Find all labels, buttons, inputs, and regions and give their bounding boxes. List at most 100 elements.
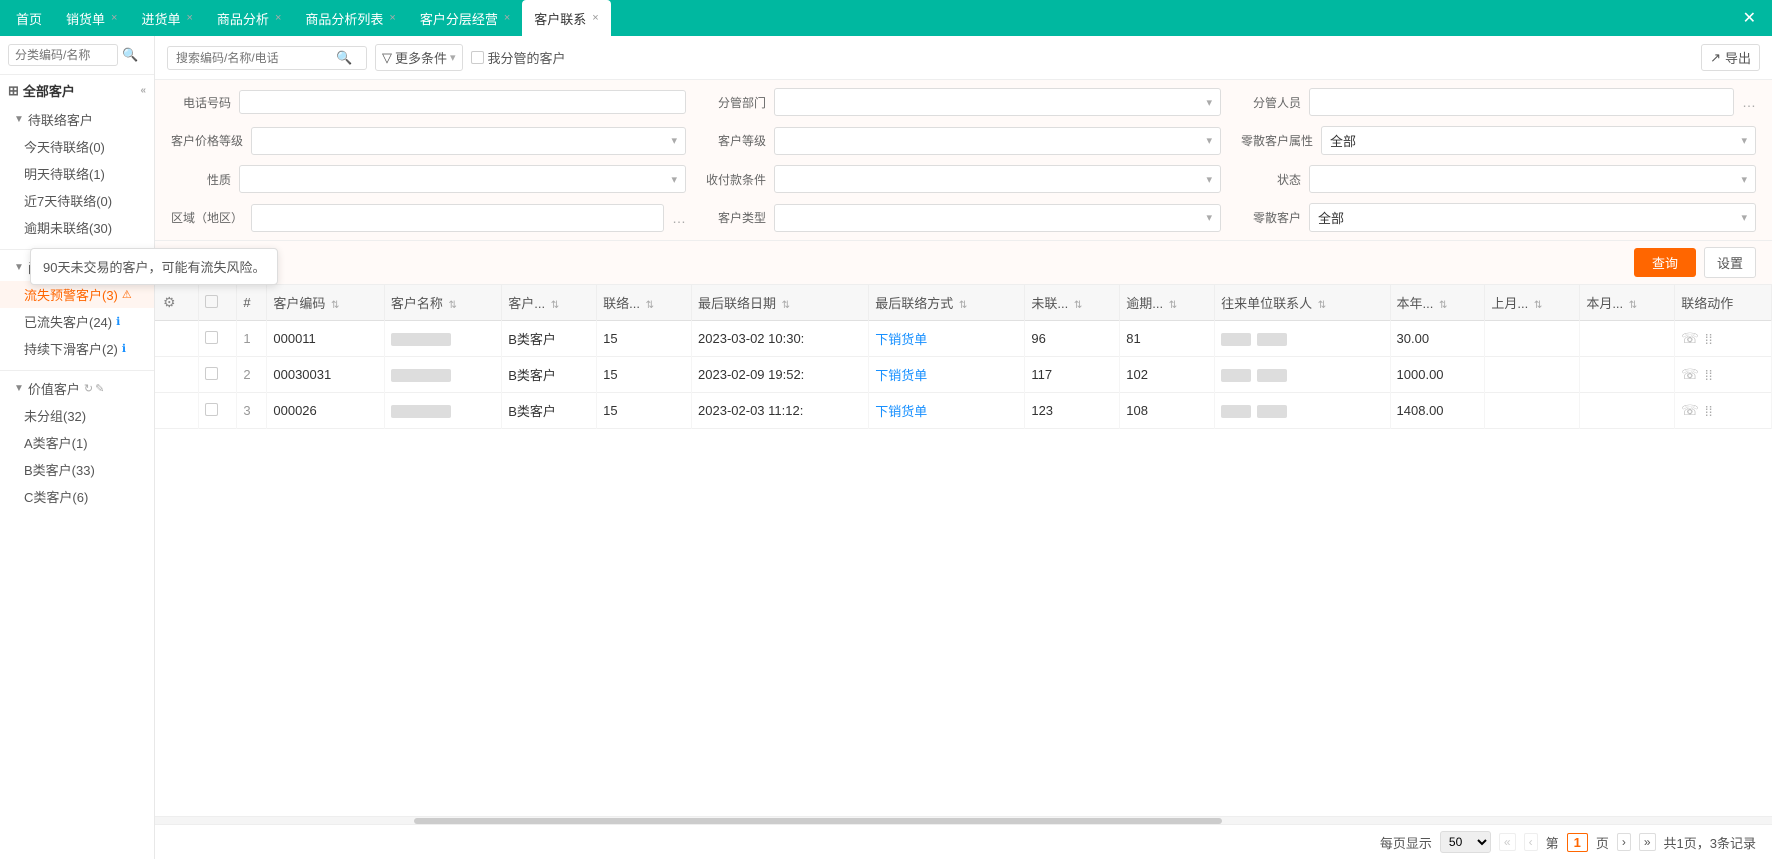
action-more-icon-3[interactable]: ⁞⁞ bbox=[1705, 403, 1713, 419]
header-checkbox[interactable] bbox=[205, 295, 218, 308]
first-page-button[interactable]: « bbox=[1499, 833, 1516, 851]
row1-checkbox[interactable] bbox=[205, 331, 218, 344]
filter-row-nature: 性质 ▾ bbox=[171, 165, 686, 193]
customer-level-select[interactable]: ▾ bbox=[774, 127, 1221, 155]
sort-last-month-icon: ⇅ bbox=[1534, 300, 1542, 311]
sidebar-item-churn-warning[interactable]: 流失预警客户(3) ⚠ bbox=[0, 281, 154, 308]
query-button[interactable]: 查询 bbox=[1634, 248, 1696, 277]
table-gear-icon[interactable]: ⚙ bbox=[163, 294, 176, 310]
retail-attr-select[interactable]: 全部 ▾ bbox=[1321, 126, 1756, 155]
tab-goods-list[interactable]: 商品分析列表 × bbox=[293, 0, 407, 36]
tab-goods-list-close[interactable]: × bbox=[389, 12, 395, 24]
dept-select[interactable]: ▾ bbox=[774, 88, 1221, 116]
window-close-button[interactable]: ✕ bbox=[1731, 8, 1768, 28]
th-name[interactable]: 客户名称 ⇅ bbox=[384, 285, 501, 321]
tab-customer-layer[interactable]: 客户分层经营 × bbox=[408, 0, 522, 36]
tab-goods-analysis[interactable]: 商品分析 × bbox=[205, 0, 293, 36]
sidebar-item-ungroup[interactable]: 未分组(32) bbox=[0, 402, 154, 429]
more-conditions-button[interactable]: ▽ 更多条件 ▾ bbox=[375, 44, 463, 71]
td-type-3: B类客户 bbox=[502, 393, 597, 429]
th-last-way[interactable]: 最后联络方式 ⇅ bbox=[869, 285, 1025, 321]
horizontal-scrollbar[interactable] bbox=[155, 816, 1772, 824]
per-page-select[interactable]: 50 100 bbox=[1440, 831, 1491, 853]
sidebar-item-today[interactable]: 今天待联络(0) bbox=[0, 133, 154, 160]
sidebar-all-customers-title[interactable]: ⊞ 全部客户 « bbox=[0, 75, 154, 106]
last-page-button[interactable]: » bbox=[1639, 833, 1656, 851]
sidebar-search-input[interactable] bbox=[8, 44, 118, 66]
td-index-2: 2 bbox=[237, 357, 267, 393]
action-phone-icon-3[interactable]: ☏ bbox=[1681, 402, 1699, 419]
sidebar-collapse-icon[interactable]: « bbox=[140, 85, 146, 96]
tab-home[interactable]: 首页 bbox=[4, 0, 54, 36]
way-link-3[interactable]: 下销货单 bbox=[875, 404, 927, 419]
sidebar-item-churned[interactable]: 已流失客户(24) ℹ bbox=[0, 308, 154, 335]
action-more-icon-1[interactable]: ⁞⁞ bbox=[1705, 331, 1713, 347]
next-page-button[interactable]: › bbox=[1617, 833, 1631, 851]
value-refresh-icon[interactable]: ↻ bbox=[84, 382, 93, 395]
way-link-1[interactable]: 下销货单 bbox=[875, 332, 927, 347]
status-select[interactable]: ▾ bbox=[1309, 165, 1756, 193]
payment-arrow: ▾ bbox=[1206, 173, 1212, 186]
price-level-select[interactable]: ▾ bbox=[251, 127, 686, 155]
sidebar-group-pending-title[interactable]: ▼ 待联络客户 bbox=[0, 106, 154, 133]
prev-page-button[interactable]: ‹ bbox=[1524, 833, 1538, 851]
sidebar-item-c-class[interactable]: C类客户(6) bbox=[0, 483, 154, 510]
th-this-year[interactable]: 本年... ⇅ bbox=[1390, 285, 1485, 321]
payment-select[interactable]: ▾ bbox=[774, 165, 1221, 193]
customer-type-select[interactable]: ▾ bbox=[774, 204, 1221, 232]
filter-row-phone: 电话号码 bbox=[171, 88, 686, 116]
th-unit-contact[interactable]: 往来单位联系人 ⇅ bbox=[1215, 285, 1390, 321]
my-customers-checkbox[interactable] bbox=[471, 51, 484, 64]
phone-input[interactable] bbox=[239, 90, 686, 114]
th-type[interactable]: 客户... ⇅ bbox=[502, 285, 597, 321]
my-customers-checkbox-wrap[interactable]: 我分管的客户 bbox=[471, 48, 566, 67]
tab-purchase-close[interactable]: × bbox=[186, 12, 192, 24]
sidebar-search-icon: 🔍 bbox=[122, 47, 138, 63]
action-phone-icon-2[interactable]: ☏ bbox=[1681, 366, 1699, 383]
tab-purchase[interactable]: 进货单 × bbox=[129, 0, 204, 36]
sidebar-item-declining[interactable]: 持续下滑客户(2) ℹ bbox=[0, 335, 154, 362]
tab-sales-close[interactable]: × bbox=[111, 12, 117, 24]
action-more-icon-2[interactable]: ⁞⁞ bbox=[1705, 367, 1713, 383]
tab-sales[interactable]: 销货单 × bbox=[54, 0, 129, 36]
value-edit-icon[interactable]: ✎ bbox=[95, 382, 104, 395]
tab-customer-contact-close[interactable]: × bbox=[592, 12, 598, 24]
info-icon-1: ℹ bbox=[116, 315, 120, 328]
th-last-date[interactable]: 最后联络日期 ⇅ bbox=[692, 285, 869, 321]
settings-button[interactable]: 设置 bbox=[1704, 247, 1756, 278]
th-checkbox bbox=[198, 285, 237, 321]
sidebar-item-7days[interactable]: 近7天待联络(0) bbox=[0, 187, 154, 214]
th-last-month[interactable]: 上月... ⇅ bbox=[1485, 285, 1580, 321]
export-button[interactable]: ↗ 导出 bbox=[1701, 44, 1760, 71]
filter-search-icon[interactable]: 🔍 bbox=[336, 50, 352, 66]
way-link-2[interactable]: 下销货单 bbox=[875, 368, 927, 383]
tab-goods-analysis-close[interactable]: × bbox=[275, 12, 281, 24]
sidebar-item-b-class[interactable]: B类客户(33) bbox=[0, 456, 154, 483]
row3-checkbox[interactable] bbox=[205, 403, 218, 416]
sidebar-item-a-class[interactable]: A类客户(1) bbox=[0, 429, 154, 456]
sidebar-item-overdue-contact[interactable]: 逾期未联络(30) bbox=[0, 214, 154, 241]
row2-checkbox[interactable] bbox=[205, 367, 218, 380]
filter-row-dept: 分管部门 ▾ bbox=[706, 88, 1221, 116]
tab-customer-layer-close[interactable]: × bbox=[504, 12, 510, 24]
nature-select[interactable]: ▾ bbox=[239, 165, 686, 193]
scroll-thumb[interactable] bbox=[414, 818, 1223, 824]
action-phone-icon-1[interactable]: ☏ bbox=[1681, 330, 1699, 347]
search-input[interactable] bbox=[176, 51, 336, 65]
person-select[interactable] bbox=[1309, 88, 1734, 116]
person-more-icon[interactable]: … bbox=[1742, 94, 1756, 110]
th-contact[interactable]: 联络... ⇅ bbox=[597, 285, 692, 321]
sort-overdue-icon: ⇅ bbox=[1169, 300, 1177, 311]
th-action: 联络动作 bbox=[1675, 285, 1772, 321]
sidebar-group-value-title[interactable]: ▼ 价值客户 ↻ ✎ bbox=[0, 375, 154, 402]
sidebar-item-tomorrow[interactable]: 明天待联络(1) bbox=[0, 160, 154, 187]
th-not-contact[interactable]: 未联... ⇅ bbox=[1025, 285, 1120, 321]
region-more-icon[interactable]: … bbox=[672, 210, 686, 226]
sort-date-icon: ⇅ bbox=[782, 300, 790, 311]
th-this-month[interactable]: 本月... ⇅ bbox=[1580, 285, 1675, 321]
tab-customer-contact[interactable]: 客户联系 × bbox=[522, 0, 610, 36]
region-select[interactable] bbox=[251, 204, 664, 232]
th-code[interactable]: 客户编码 ⇅ bbox=[267, 285, 384, 321]
retail-customer-select[interactable]: 全部 ▾ bbox=[1309, 203, 1756, 232]
th-overdue[interactable]: 逾期... ⇅ bbox=[1120, 285, 1215, 321]
